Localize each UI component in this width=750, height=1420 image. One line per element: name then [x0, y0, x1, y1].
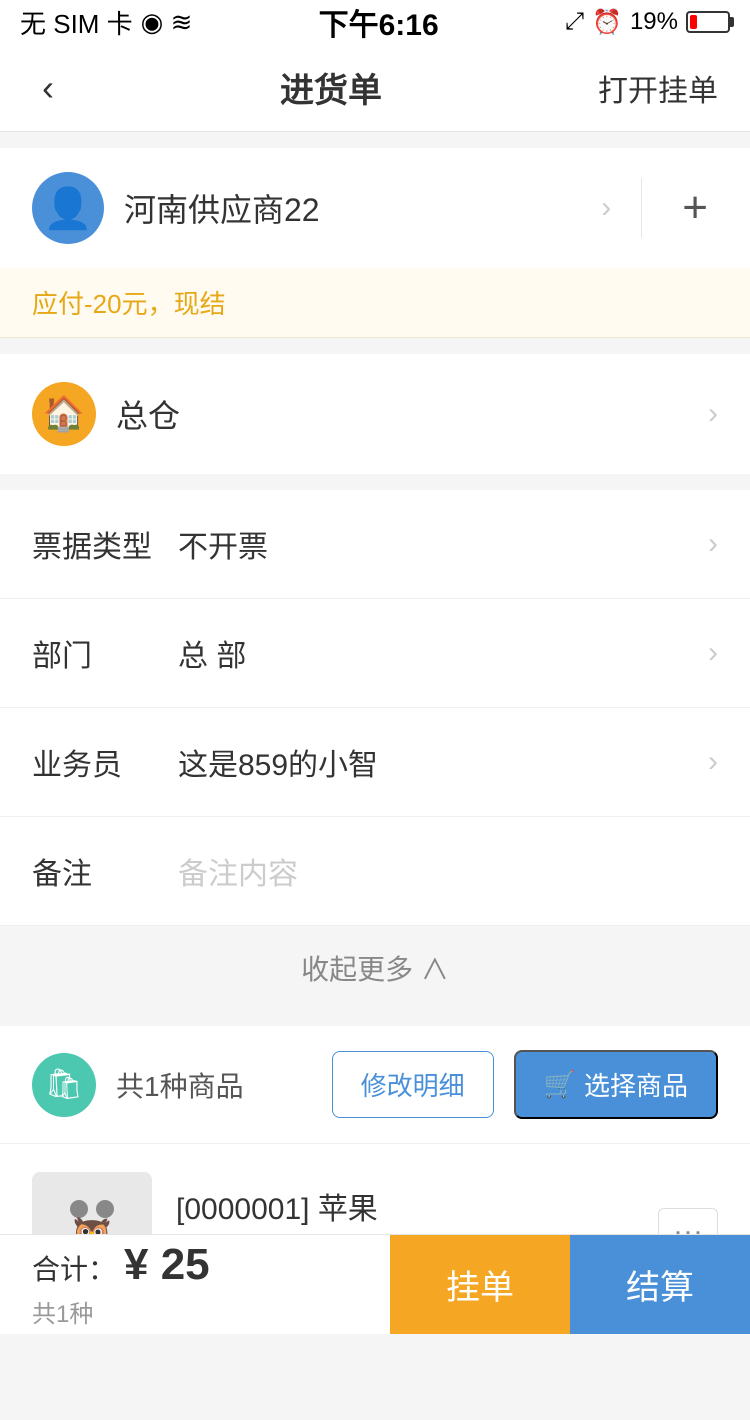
section-gap-1 — [0, 132, 750, 148]
carrier-label: 无 SIM 卡 — [20, 4, 133, 41]
settle-button[interactable]: 结算 — [570, 1235, 750, 1334]
warehouse-section[interactable]: 🏠 总仓 › — [0, 354, 750, 474]
salesman-row[interactable]: 业务员 这是859的小智 › — [0, 708, 750, 817]
department-value: 总 部 — [162, 631, 708, 675]
salesman-chevron-icon: › — [708, 745, 718, 779]
back-button[interactable]: ‹ — [32, 57, 64, 119]
bottom-bar: 合计： ¥ 25 共1种 挂单 结算 — [0, 1234, 750, 1334]
total-label: 合计： — [32, 1248, 116, 1288]
location-icon: ⤢ — [565, 8, 584, 36]
warehouse-icon: 🏠 — [43, 394, 85, 434]
products-count: 共1种商品 — [116, 1065, 312, 1105]
remarks-placeholder: 备注内容 — [162, 849, 718, 893]
battery-icon — [686, 11, 730, 33]
open-suspend-button[interactable]: 打开挂单 — [598, 66, 718, 110]
nav-bar: ‹ 进货单 打开挂单 — [0, 44, 750, 132]
page-title: 进货单 — [280, 63, 382, 112]
select-product-label: 选择商品 — [584, 1066, 688, 1103]
form-section: 票据类型 不开票 › 部门 总 部 › 业务员 这是859的小智 › 备注 备注… — [0, 490, 750, 926]
product-title: 苹果 — [318, 1193, 378, 1226]
salesman-value: 这是859的小智 — [162, 740, 708, 784]
edit-detail-button[interactable]: 修改明细 — [332, 1051, 494, 1118]
status-bar: 无 SIM 卡 ◉ ≋ 下午6:16 ⤢ ⏰ 19% — [0, 0, 750, 44]
supplier-section[interactable]: 👤 河南供应商22 › + — [0, 148, 750, 268]
avatar-person-icon: 👤 — [43, 185, 93, 232]
remarks-label: 备注 — [32, 849, 162, 893]
supplier-avatar: 👤 — [32, 172, 104, 244]
total-section: 合计： ¥ 25 共1种 — [0, 1240, 390, 1329]
alarm-icon: ⏰ — [592, 8, 622, 37]
product-code: [0000001] — [176, 1193, 309, 1226]
department-label: 部门 — [32, 631, 162, 675]
cart-icon: 🛒 — [544, 1069, 576, 1100]
invoice-type-chevron-icon: › — [708, 527, 718, 561]
department-chevron-icon: › — [708, 636, 718, 670]
suspend-button[interactable]: 挂单 — [390, 1235, 570, 1334]
supplier-divider — [641, 178, 642, 238]
battery-percent: 19% — [630, 8, 678, 36]
products-header: 🛍 共1种商品 修改明细 🛒 选择商品 — [0, 1026, 750, 1143]
warehouse-name: 总仓 — [116, 391, 688, 437]
select-product-button[interactable]: 🛒 选择商品 — [514, 1050, 718, 1119]
salesman-label: 业务员 — [32, 740, 162, 784]
total-amount: ¥ 25 — [124, 1240, 210, 1290]
products-icon-circle: 🛍 — [32, 1053, 96, 1117]
supplier-name: 河南供应商22 — [124, 185, 581, 231]
collapse-button[interactable]: 收起更多 ∧ — [0, 926, 750, 1010]
invoice-type-row[interactable]: 票据类型 不开票 › — [0, 490, 750, 599]
invoice-type-value: 不开票 — [162, 522, 708, 566]
wifi-icon: ◉ ≋ — [141, 7, 193, 38]
section-gap-3 — [0, 474, 750, 490]
department-row[interactable]: 部门 总 部 › — [0, 599, 750, 708]
add-supplier-button[interactable]: + — [672, 183, 718, 233]
status-right: ⤢ ⏰ 19% — [565, 8, 730, 37]
invoice-type-label: 票据类型 — [32, 522, 162, 566]
product-name: [0000001] 苹果 — [176, 1184, 634, 1228]
status-left: 无 SIM 卡 ◉ ≋ — [20, 4, 192, 41]
section-gap-2 — [0, 338, 750, 354]
supplier-chevron-icon: › — [601, 191, 611, 225]
total-sub-label: 共1种 — [32, 1294, 358, 1329]
warehouse-icon-circle: 🏠 — [32, 382, 96, 446]
warehouse-chevron-icon: › — [708, 397, 718, 431]
status-time: 下午6:16 — [319, 0, 439, 44]
shopping-bag-icon: 🛍 — [45, 1067, 83, 1102]
payment-notice: 应付-20元，现结 — [0, 268, 750, 338]
remarks-row[interactable]: 备注 备注内容 — [0, 817, 750, 926]
